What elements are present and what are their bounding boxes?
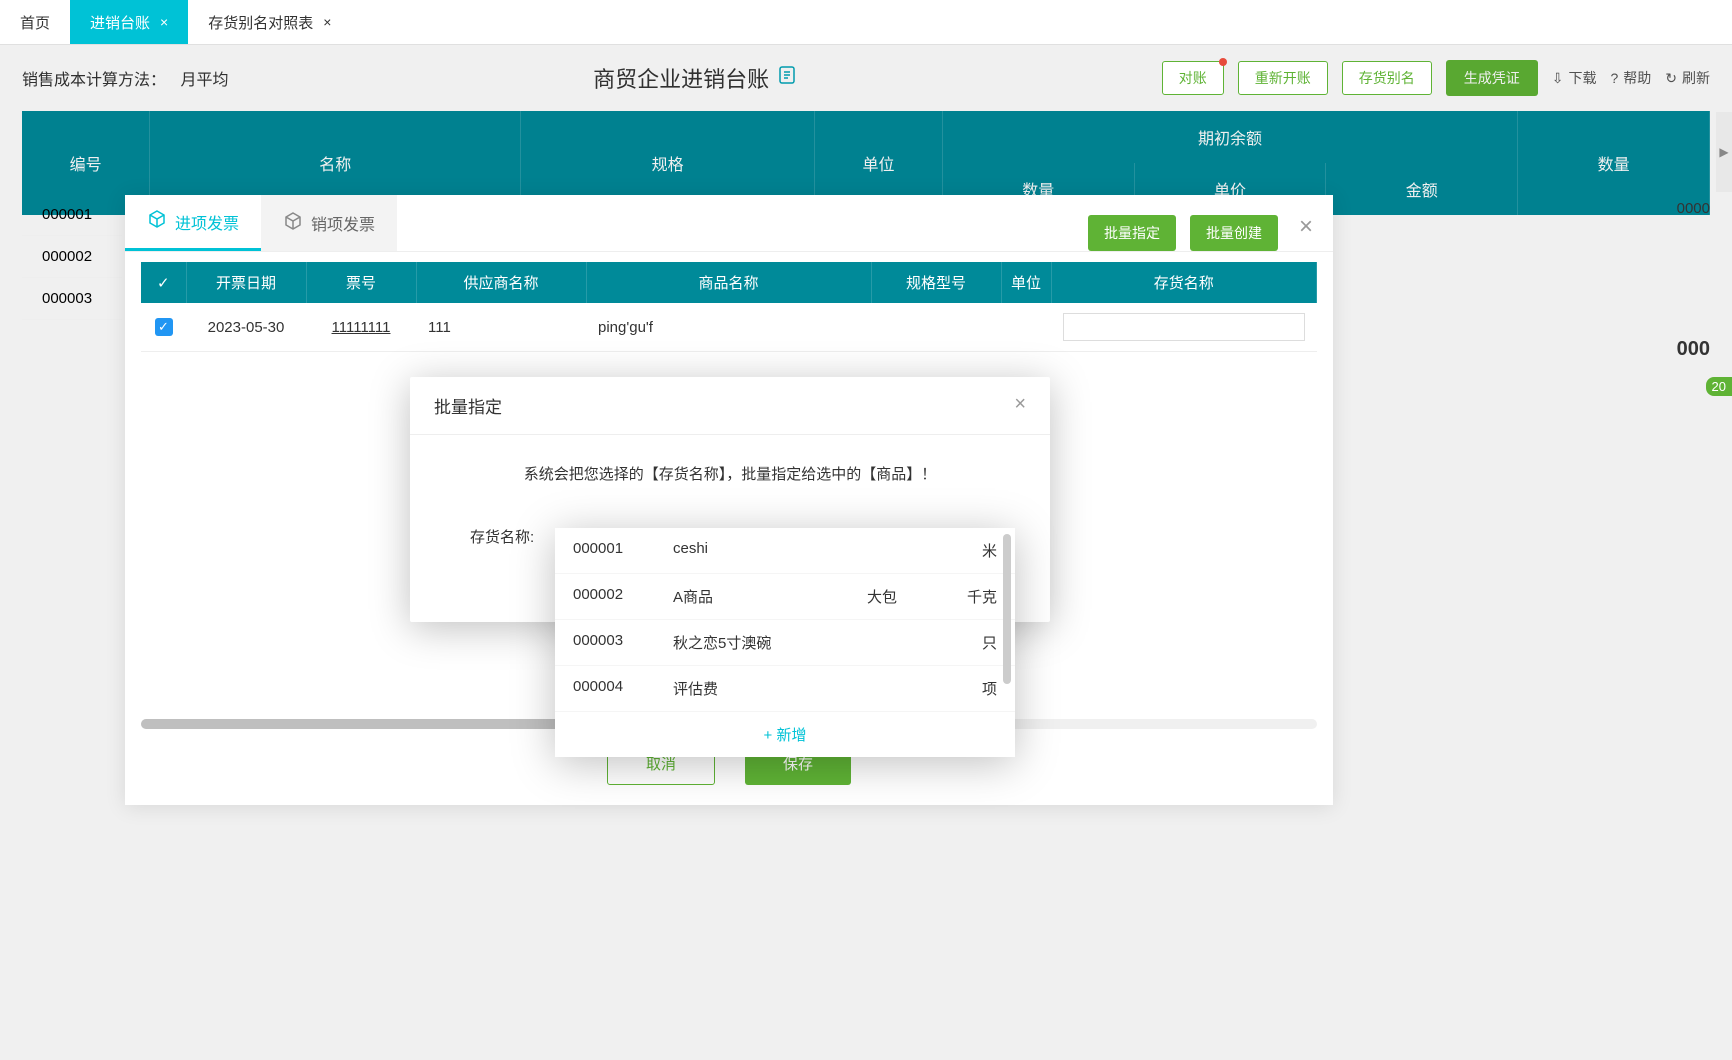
cell-product: ping'gu'f xyxy=(586,303,871,352)
badge-20[interactable]: 20 xyxy=(1706,377,1732,396)
dd-unit: 项 xyxy=(947,678,997,699)
dropdown-scrollbar[interactable] xyxy=(1003,534,1011,684)
col-check[interactable]: ✓ xyxy=(141,262,186,303)
tab-incoming-invoice[interactable]: 进项发票 xyxy=(125,195,261,251)
col-invoice-no: 票号 xyxy=(306,262,416,303)
invoice-row[interactable]: ✓ 2023-05-30 11111111 111 ping'gu'f xyxy=(141,303,1317,352)
dropdown-item[interactable]: 000002 A商品 大包 千克 xyxy=(555,574,1015,620)
dd-code: 000004 xyxy=(573,678,673,699)
batch-create-button[interactable]: 批量创建 xyxy=(1190,215,1278,251)
col-date: 开票日期 xyxy=(186,262,306,303)
peek-value-0000: 0000 xyxy=(1677,200,1710,217)
modal-header: 批量指定 × xyxy=(410,377,1050,435)
dropdown-item[interactable]: 000001 ceshi 米 xyxy=(555,528,1015,574)
dd-unit: 只 xyxy=(947,632,997,653)
alias-button[interactable]: 存货别名 xyxy=(1342,61,1432,95)
dd-name: A商品 xyxy=(673,586,867,607)
col-product: 商品名称 xyxy=(586,262,871,303)
tab-outgoing-label: 销项发票 xyxy=(311,211,375,235)
tab-outgoing-invoice[interactable]: 销项发票 xyxy=(261,195,397,251)
dd-code: 000002 xyxy=(573,586,673,607)
dropdown-item[interactable]: 000004 评估费 项 xyxy=(555,666,1015,712)
scroll-right-button[interactable]: ▶ xyxy=(1716,112,1732,192)
cube-icon xyxy=(147,209,167,234)
col-spec: 规格型号 xyxy=(871,262,1001,303)
dd-unit: 千克 xyxy=(947,586,997,607)
dropdown-item[interactable]: 000003 秋之恋5寸澳碗 只 xyxy=(555,620,1015,666)
scrollbar-thumb[interactable] xyxy=(141,719,611,729)
tab-alias-label: 存货别名对照表 xyxy=(208,12,313,33)
dd-code: 000001 xyxy=(573,540,673,561)
col-stock-name: 存货名称 xyxy=(1051,262,1317,303)
tab-ledger-label: 进销台账 xyxy=(90,12,150,33)
cell-invoice-no[interactable]: 11111111 xyxy=(332,319,391,336)
top-tabs: 首页 进销台账 × 存货别名对照表 × xyxy=(0,0,1732,45)
tab-alias-table[interactable]: 存货别名对照表 × xyxy=(188,0,351,44)
close-icon[interactable]: × xyxy=(160,14,168,30)
add-label: 新增 xyxy=(776,727,806,744)
reopen-button[interactable]: 重新开账 xyxy=(1238,61,1328,95)
dd-name: 秋之恋5寸澳碗 xyxy=(673,632,867,653)
cell-unit xyxy=(1001,303,1051,352)
cell-spec xyxy=(871,303,1001,352)
row-checkbox[interactable]: ✓ xyxy=(155,318,173,336)
dd-name: ceshi xyxy=(673,540,867,561)
plus-icon: + xyxy=(764,727,773,744)
side-rows: 000001 000002 000003 xyxy=(22,194,122,320)
dd-spec: 大包 xyxy=(867,586,947,607)
dd-name: 评估费 xyxy=(673,678,867,699)
tab-incoming-label: 进项发票 xyxy=(175,210,239,234)
table-row[interactable]: 000003 xyxy=(22,278,122,320)
peek-value-000: 000 xyxy=(1677,338,1710,361)
tab-ledger[interactable]: 进销台账 × xyxy=(70,0,188,44)
stock-name-input[interactable] xyxy=(1063,313,1305,341)
modal-title: 批量指定 xyxy=(434,393,502,418)
batch-assign-button[interactable]: 批量指定 xyxy=(1088,215,1176,251)
close-icon[interactable]: × xyxy=(323,14,331,30)
dd-spec xyxy=(867,540,947,561)
modal-message: 系统会把您选择的【存货名称】，批量指定给选中的【商品】！ xyxy=(410,435,1050,512)
invoice-table: ✓ 开票日期 票号 供应商名称 商品名称 规格型号 单位 存货名称 ✓ 2023… xyxy=(141,262,1317,352)
cube-icon xyxy=(283,211,303,236)
stock-name-dropdown: 000001 ceshi 米 000002 A商品 大包 千克 000003 秋… xyxy=(555,528,1015,757)
cell-date: 2023-05-30 xyxy=(186,303,306,352)
table-row[interactable]: 000001 xyxy=(22,194,122,236)
modal-close-icon[interactable]: × xyxy=(1014,393,1026,418)
col-unit: 单位 xyxy=(1001,262,1051,303)
dd-spec xyxy=(867,632,947,653)
col-supplier: 供应商名称 xyxy=(416,262,586,303)
tab-home[interactable]: 首页 xyxy=(0,0,70,44)
dd-spec xyxy=(867,678,947,699)
table-row[interactable]: 000002 xyxy=(22,236,122,278)
dd-code: 000003 xyxy=(573,632,673,653)
dd-unit: 米 xyxy=(947,540,997,561)
panel-actions: 批量指定 批量创建 xyxy=(1088,215,1278,251)
reconcile-button[interactable]: 对账 xyxy=(1162,61,1224,95)
panel-close-icon[interactable]: × xyxy=(1299,213,1313,241)
cell-supplier: 111 xyxy=(416,303,586,352)
dropdown-add-new[interactable]: + 新增 xyxy=(555,712,1015,757)
